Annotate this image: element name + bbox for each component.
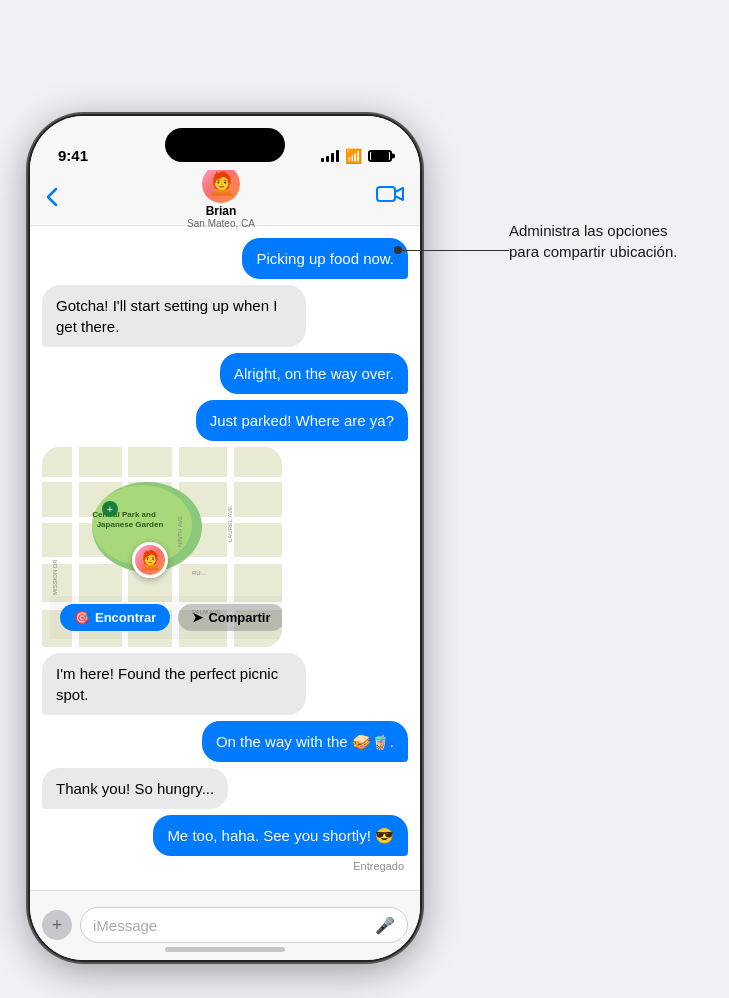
add-attachments-button[interactable]: + [42, 910, 72, 940]
message-row: Me too, haha. See you shortly! 😎 [42, 815, 408, 856]
message-row: Picking up food now. [42, 238, 408, 279]
avatar: 🧑‍🦰 [202, 165, 240, 203]
svg-text:NINTH AVE: NINTH AVE [177, 515, 183, 546]
video-call-button[interactable] [376, 184, 404, 210]
message-bubble: Just parked! Where are ya? [196, 400, 408, 441]
svg-text:+: + [107, 504, 113, 515]
message-input[interactable]: iMessage 🎤 [80, 907, 408, 943]
map-image[interactable]: Central Park and Japanese Garden + MISSI… [42, 447, 282, 647]
message-row: Just parked! Where are ya? [42, 400, 408, 441]
message-bubble: I'm here! Found the perfect picnic spot. [42, 653, 306, 715]
location-pin: 🧑‍🦰 [132, 542, 168, 578]
home-indicator [165, 947, 285, 952]
contact-name: Brian [206, 204, 237, 218]
contact-info[interactable]: 🧑‍🦰 Brian San Mateo, CA [66, 165, 376, 229]
dynamic-island [165, 128, 285, 162]
svg-text:Japanese Garden: Japanese Garden [97, 520, 164, 529]
message-bubble: Me too, haha. See you shortly! 😎 [153, 815, 408, 856]
wifi-icon: 📶 [345, 148, 362, 164]
back-button[interactable] [46, 183, 66, 211]
annotation-line [399, 250, 509, 251]
messages-area: Picking up food now. Gotcha! I'll start … [30, 226, 420, 890]
message-bubble: Thank you! So hungry... [42, 768, 228, 809]
delivered-status: Entregado [42, 860, 408, 872]
annotation: Administra las opciones para compartir u… [509, 220, 689, 262]
share-location-button[interactable]: ➤ Compartir [178, 604, 282, 631]
signal-icon [321, 150, 339, 162]
message-row: Thank you! So hungry... [42, 768, 408, 809]
message-bubble: Alright, on the way over. [220, 353, 408, 394]
message-row: On the way with the 🥪🧋. [42, 721, 408, 762]
message-row: I'm here! Found the perfect picnic spot. [42, 653, 408, 715]
annotation-text: Administra las opciones para compartir u… [509, 220, 689, 262]
map-bubble: Central Park and Japanese Garden + MISSI… [42, 447, 282, 647]
battery-icon [368, 150, 392, 162]
map-message-row: Central Park and Japanese Garden + MISSI… [42, 447, 408, 647]
nav-bar: 🧑‍🦰 Brian San Mateo, CA [30, 170, 420, 226]
message-row: Alright, on the way over. [42, 353, 408, 394]
svg-text:LAUREL AVE: LAUREL AVE [227, 505, 233, 541]
contact-location: San Mateo, CA [187, 218, 255, 229]
status-icons: 📶 [321, 148, 392, 164]
message-row: Gotcha! I'll start setting up when I get… [42, 285, 408, 347]
share-icon: ➤ [192, 610, 203, 625]
message-bubble: Picking up food now. [242, 238, 408, 279]
map-buttons: 🎯 Encontrar ➤ Compartir [50, 596, 282, 639]
svg-text:MISSION DR: MISSION DR [52, 558, 58, 594]
svg-rect-0 [377, 187, 395, 201]
target-icon: 🎯 [74, 610, 90, 625]
status-time: 9:41 [58, 147, 88, 164]
phone-frame: 9:41 📶 🧑‍🦰 Brian San Mateo [30, 116, 420, 960]
message-bubble: Gotcha! I'll start setting up when I get… [42, 285, 306, 347]
svg-text:Central Park and: Central Park and [92, 510, 156, 519]
input-placeholder: iMessage [93, 917, 157, 934]
find-button[interactable]: 🎯 Encontrar [60, 604, 170, 631]
svg-text:RU...: RU... [192, 570, 206, 576]
message-bubble: On the way with the 🥪🧋. [202, 721, 408, 762]
microphone-icon[interactable]: 🎤 [375, 916, 395, 935]
